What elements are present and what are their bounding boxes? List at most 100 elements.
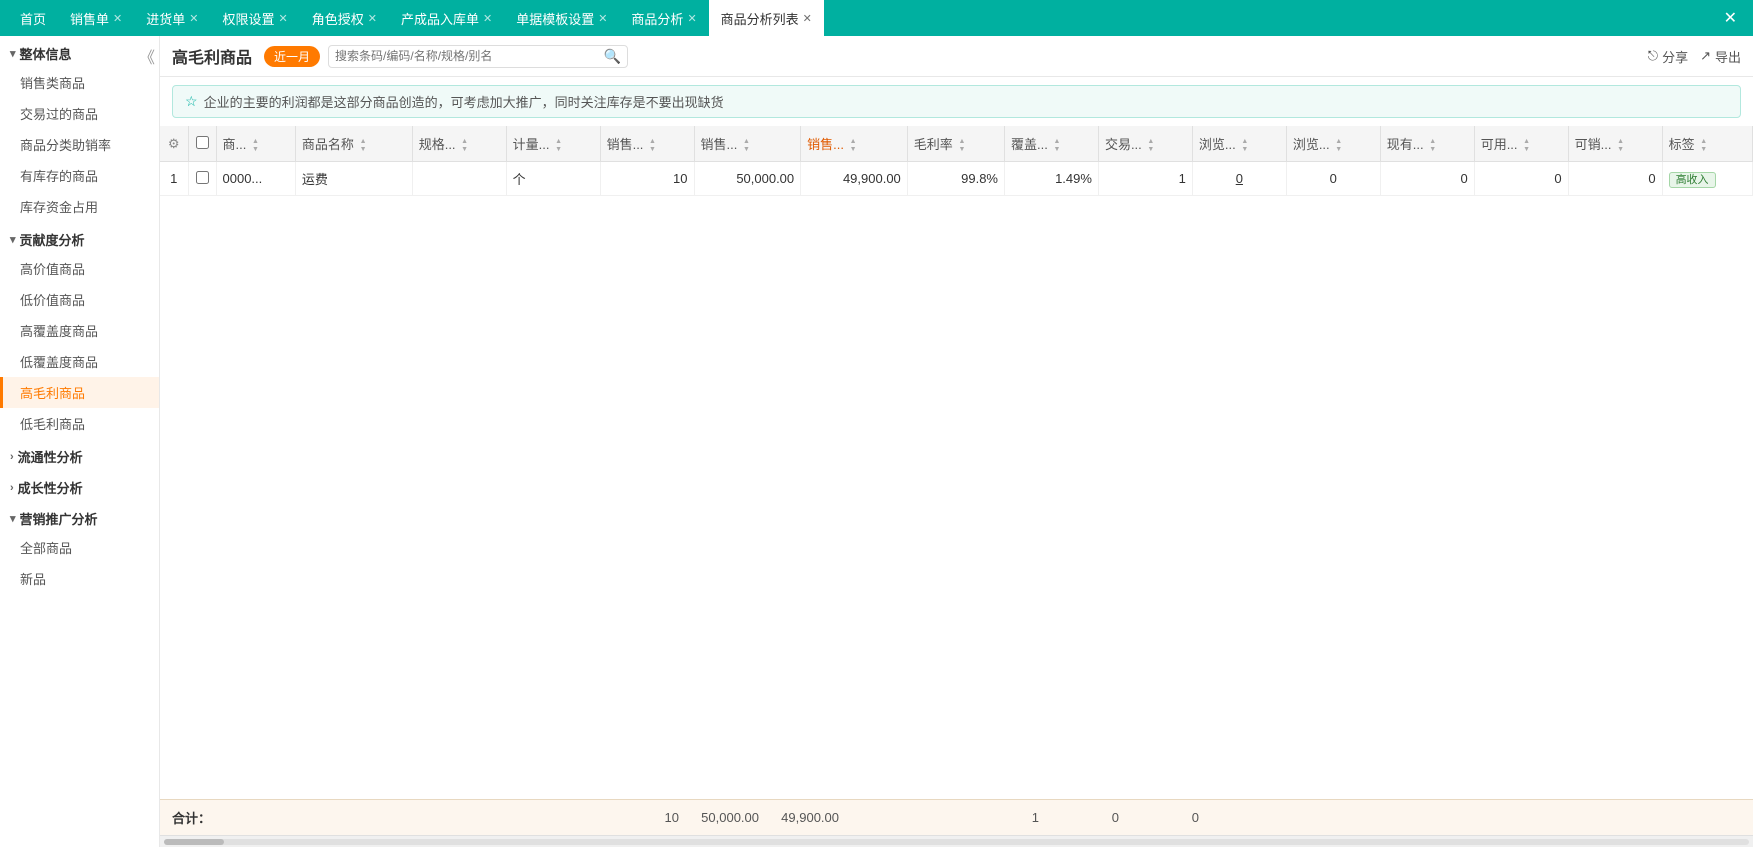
content-header: 高毛利商品 近一月 🔍 ⎋ 分享 ↗ 导出 (160, 36, 1753, 77)
sidebar-item-high-coverage[interactable]: 高覆盖度商品 (0, 315, 159, 346)
nav-product-storage[interactable]: 产成品入库单 ✕ (389, 0, 504, 36)
search-icon[interactable]: 🔍 (604, 48, 621, 65)
cell-sales-profit: 49,900.00 (801, 162, 908, 196)
nav-template[interactable]: 单据模板设置 ✕ (504, 0, 619, 36)
cell-index: 1 (160, 162, 188, 196)
col-name[interactable]: 商品名称 ▲▼ (295, 126, 412, 162)
scroll-thumb[interactable] (164, 839, 224, 845)
sidebar-collapse-btn[interactable]: 《 (139, 44, 155, 68)
col-browse1[interactable]: 浏览... ▲▼ (1192, 126, 1286, 162)
nav-product-analysis-list[interactable]: 商品分析列表 ✕ (709, 0, 824, 36)
sidebar-item-stock-capital[interactable]: 库存资金占用 (0, 191, 159, 222)
cell-browse2: 0 (1286, 162, 1380, 196)
cell-available-stock: 0 (1474, 162, 1568, 196)
share-btn[interactable]: ⎋ 分享 (1648, 47, 1688, 66)
col-tag[interactable]: 标签 ▲▼ (1662, 126, 1752, 162)
sidebar-section-contribution[interactable]: ▾ 贡献度分析 (0, 222, 159, 253)
col-gross-rate[interactable]: 毛利率 ▲▼ (907, 126, 1004, 162)
sidebar-item-high-margin[interactable]: 高毛利商品 (0, 377, 159, 408)
cell-code: 0000... (216, 162, 295, 196)
row-checkbox[interactable] (196, 171, 209, 184)
close-purchase-tab[interactable]: ✕ (189, 12, 198, 25)
cell-saleable-stock: 0 (1568, 162, 1662, 196)
sidebar-item-high-value[interactable]: 高价值商品 (0, 253, 159, 284)
col-sales-amount[interactable]: 销售... ▲▼ (694, 126, 801, 162)
cell-trade: 1 (1098, 162, 1192, 196)
sidebar-item-low-value[interactable]: 低价值商品 (0, 284, 159, 315)
main-layout: 《 ▾ 整体信息 销售类商品 交易过的商品 商品分类助销率 有库存的商品 库存资… (0, 36, 1753, 847)
arrow-liquidity-icon: › (10, 451, 14, 463)
sidebar-item-in-stock[interactable]: 有库存的商品 (0, 160, 159, 191)
sidebar-item-sales-goods[interactable]: 销售类商品 (0, 67, 159, 98)
sidebar-item-low-margin[interactable]: 低毛利商品 (0, 408, 159, 439)
col-sales-amount-sort-icon: ▲▼ (743, 138, 750, 153)
col-sales-profit[interactable]: 销售... ▲▼ (801, 126, 908, 162)
nav-sales[interactable]: 销售单 ✕ (58, 0, 134, 36)
cell-browse1[interactable]: 0 (1192, 162, 1286, 196)
col-coverage-sort-icon: ▲▼ (1053, 138, 1060, 153)
arrow-growth-icon: › (10, 482, 14, 494)
col-sales-profit-sort-icon: ▲▼ (850, 138, 857, 153)
close-product-analysis-tab[interactable]: ✕ (687, 12, 696, 25)
col-trade[interactable]: 交易... ▲▼ (1098, 126, 1192, 162)
close-permission-tab[interactable]: ✕ (279, 12, 288, 25)
close-template-tab[interactable]: ✕ (598, 12, 607, 25)
col-code[interactable]: 商... ▲▼ (216, 126, 295, 162)
close-window-btn[interactable]: ✕ (1716, 8, 1745, 28)
col-code-sort-icon: ▲▼ (252, 138, 259, 153)
nav-product-analysis[interactable]: 商品分析 ✕ (619, 0, 708, 36)
close-sales-tab[interactable]: ✕ (113, 12, 122, 25)
sidebar-item-traded-goods[interactable]: 交易过的商品 (0, 98, 159, 129)
col-spec-sort-icon: ▲▼ (461, 138, 468, 153)
sidebar-section-growth[interactable]: › 成长性分析 (0, 470, 159, 501)
col-available-stock[interactable]: 可用... ▲▼ (1474, 126, 1568, 162)
cell-unit: 个 (506, 162, 600, 196)
footer-available-stock: 0 (1047, 810, 1127, 825)
search-input[interactable] (335, 49, 604, 63)
col-spec[interactable]: 规格... ▲▼ (412, 126, 506, 162)
sidebar-section-liquidity[interactable]: › 流通性分析 (0, 439, 159, 470)
footer-label: 合计： (172, 808, 211, 827)
sidebar-section-overall[interactable]: ▾ 整体信息 (0, 36, 159, 67)
scroll-track (164, 839, 1749, 845)
search-box: 🔍 (328, 45, 628, 68)
select-all-checkbox[interactable] (196, 136, 209, 149)
sidebar-item-new-goods[interactable]: 新品 (0, 563, 159, 594)
sidebar-item-all-goods[interactable]: 全部商品 (0, 532, 159, 563)
nav-home[interactable]: 首页 (8, 0, 58, 36)
col-tag-sort-icon: ▲▼ (1700, 138, 1707, 153)
footer-sales-profit: 49,900.00 (767, 810, 847, 825)
col-unit[interactable]: 计量... ▲▼ (506, 126, 600, 162)
browse1-link[interactable]: 0 (1236, 171, 1243, 186)
filter-recent-month-btn[interactable]: 近一月 (264, 46, 320, 67)
col-saleable-stock[interactable]: 可销... ▲▼ (1568, 126, 1662, 162)
close-product-analysis-list-tab[interactable]: ✕ (803, 12, 812, 25)
col-current-stock[interactable]: 现有... ▲▼ (1380, 126, 1474, 162)
sidebar-item-category-rate[interactable]: 商品分类助销率 (0, 129, 159, 160)
col-browse2[interactable]: 浏览... ▲▼ (1286, 126, 1380, 162)
sidebar-item-low-coverage[interactable]: 低覆盖度商品 (0, 346, 159, 377)
nav-role[interactable]: 角色授权 ✕ (300, 0, 389, 36)
cell-tag: 高收入 (1662, 162, 1752, 196)
info-banner: ☆ 企业的主要的利润都是这部分商品创造的，可考虑加大推广，同时关注库存是不要出现… (172, 85, 1741, 118)
col-sales-qty-sort-icon: ▲▼ (649, 138, 656, 153)
cell-coverage: 1.49% (1005, 162, 1099, 196)
nav-purchase[interactable]: 进货单 ✕ (134, 0, 210, 36)
cell-checkbox[interactable] (188, 162, 216, 196)
cell-sales-amount: 50,000.00 (694, 162, 801, 196)
col-sales-qty[interactable]: 销售... ▲▼ (600, 126, 694, 162)
close-role-tab[interactable]: ✕ (368, 12, 377, 25)
nav-permission[interactable]: 权限设置 ✕ (210, 0, 299, 36)
close-product-storage-tab[interactable]: ✕ (483, 12, 492, 25)
col-settings[interactable]: ⚙ (160, 126, 188, 162)
col-saleable-stock-sort-icon: ▲▼ (1617, 138, 1624, 153)
export-btn[interactable]: ↗ 导出 (1700, 47, 1741, 66)
col-checkbox[interactable] (188, 126, 216, 162)
footer-sales-amount: 50,000.00 (687, 810, 767, 825)
col-coverage[interactable]: 覆盖... ▲▼ (1005, 126, 1099, 162)
sidebar-section-marketing[interactable]: ▾ 营销推广分析 (0, 501, 159, 532)
cell-name[interactable]: 运费 (295, 162, 412, 196)
data-table-container: ⚙ 商... ▲▼ 商品名称 ▲▼ 规格... (160, 126, 1753, 799)
horizontal-scrollbar[interactable] (160, 835, 1753, 847)
cell-spec (412, 162, 506, 196)
